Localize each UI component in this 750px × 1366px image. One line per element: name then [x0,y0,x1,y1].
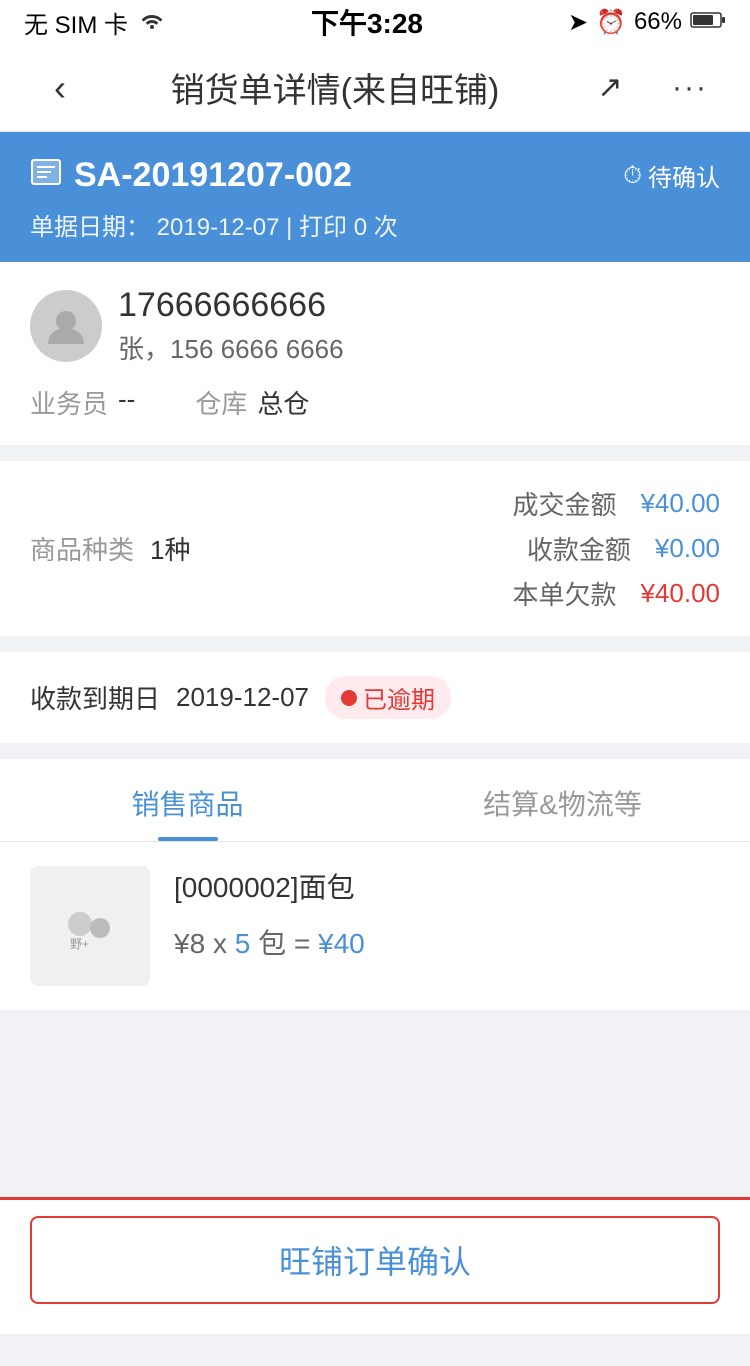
salesman-info: 业务员 -- [30,384,135,421]
back-button[interactable]: ‹ [30,67,90,109]
tab-products[interactable]: 销售商品 [0,759,375,841]
amount-label: 成交金额 [512,485,616,522]
confirm-button-wrap: 旺铺订单确认 [0,1197,750,1334]
status-bar: 无 SIM 卡 下午3:28 ➤ ⏰ 66% [0,0,750,44]
amount-value: ¥40.00 [640,488,720,519]
owed-label: 本单欠款 [512,575,616,612]
battery-icon [690,8,726,36]
battery-percent: 66% [634,8,682,36]
product-type-value: 1种 [150,530,190,567]
nav-bar: ‹ 销货单详情(来自旺铺) ↗ ··· [0,44,750,132]
more-button[interactable]: ··· [660,71,720,105]
warehouse-info: 仓库 总仓 [195,384,309,421]
due-date-value: 2019-12-07 [176,682,309,713]
alarm-icon: ⏰ [596,8,626,37]
bottom-area [0,1026,750,1226]
tabs-section: 销售商品 结算&物流等 野+ [0000002]面包 ¥8 [0,759,750,1010]
order-date-row: 单据日期： 2019-12-07 | 打印 0 次 [30,207,720,242]
customer-alt: 张，156 6666 6666 [118,329,344,366]
overdue-dot-icon [341,690,357,706]
product-details: [0000002]面包 ¥8 x 5 包 = ¥40 [174,866,720,962]
order-status: ⏱ 待确认 [623,158,720,193]
status-left: 无 SIM 卡 [24,5,166,40]
due-date-section: 收款到期日 2019-12-07 已逾期 [0,652,750,743]
summary-section: 商品种类 1种 成交金额 ¥40.00 收款金额 ¥0.00 本单欠款 ¥40.… [0,461,750,636]
sim-status: 无 SIM 卡 [24,5,128,40]
customer-phone: 17666666666 [118,286,344,325]
owed-value: ¥40.00 [640,578,720,609]
product-qty: 5 [235,928,251,959]
order-header-card: SA-20191207-002 ⏱ 待确认 单据日期： 2019-12-07 |… [0,132,750,262]
status-right: ➤ ⏰ 66% [568,8,726,37]
collected-value: ¥0.00 [655,533,720,564]
avatar [30,290,102,362]
product-item: 野+ [0000002]面包 ¥8 x 5 包 = ¥40 [0,842,750,1010]
clock-icon: ⏱ [623,162,642,190]
customer-section: 17666666666 张，156 6666 6666 业务员 -- 仓库 总仓 [0,262,750,445]
product-name: [0000002]面包 [174,866,720,906]
product-price: ¥8 x 5 包 = ¥40 [174,922,720,962]
page-title: 销货单详情(来自旺铺) [90,63,580,112]
order-id: SA-20191207-002 [30,156,352,195]
time-display: 下午3:28 [311,2,423,42]
product-thumbnail: 野+ [30,866,150,986]
collected-label: 收款金额 [527,530,631,567]
overdue-badge: 已逾期 [325,676,451,719]
order-icon [30,156,62,195]
svg-text:野+: 野+ [70,937,89,951]
share-button[interactable]: ↗ [580,70,640,105]
confirm-order-button[interactable]: 旺铺订单确认 [30,1216,720,1304]
product-type-label: 商品种类 [30,530,134,567]
due-date-label: 收款到期日 [30,679,160,716]
location-icon: ➤ [568,8,588,37]
tab-settlement[interactable]: 结算&物流等 [375,759,750,841]
product-total: ¥40 [318,928,365,959]
wifi-icon [138,8,166,37]
